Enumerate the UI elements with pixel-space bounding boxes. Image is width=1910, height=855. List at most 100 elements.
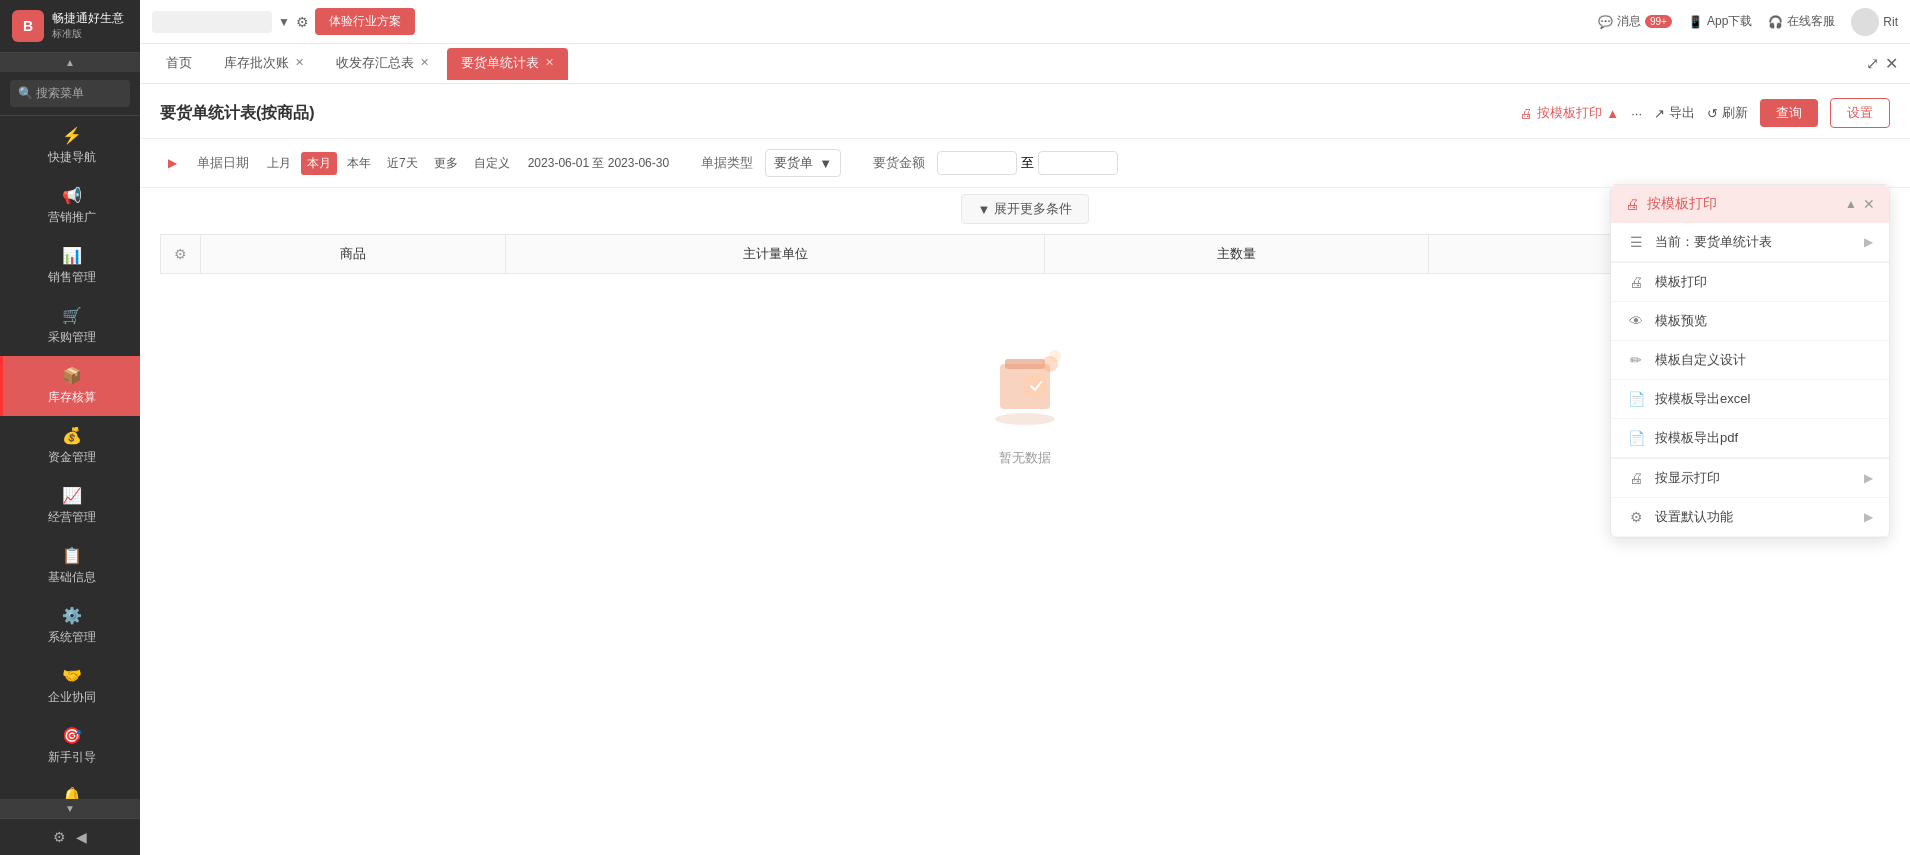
sidebar-settings-button[interactable]: ⚙	[53, 829, 66, 845]
trial-btn[interactable]: 体验行业方案	[315, 8, 415, 35]
order-type-select[interactable]: 要货单 ▼	[765, 149, 841, 177]
dropdown-close-button[interactable]: ✕	[1863, 196, 1875, 212]
logo-icon: B	[12, 10, 44, 42]
current-year-btn[interactable]: 本年	[341, 152, 377, 175]
page-content: 要货单统计表(按商品) 🖨 按模板打印 ▲ ··· ↗ 导出	[140, 84, 1910, 855]
prev-month-btn[interactable]: 上月	[261, 152, 297, 175]
tab-batch-account[interactable]: 库存批次账 ✕	[210, 48, 318, 80]
svg-rect-2	[1005, 359, 1045, 369]
sidebar-item-appstore[interactable]: 🔔 应用中心	[0, 776, 140, 799]
query-button[interactable]: 查询	[1760, 99, 1818, 127]
refresh-button[interactable]: ↺ 刷新	[1707, 104, 1748, 122]
custom-date-btn[interactable]: 自定义	[468, 152, 516, 175]
print-dropdown-icon: 🖨	[1625, 196, 1639, 212]
template-custom-icon: ✏	[1627, 352, 1645, 368]
sidebar: B 畅捷通好生意 标准版 ▲ 🔍 搜索菜单 ⚡ 快捷导航 📢 营销推广 📊 销售…	[0, 0, 140, 855]
filter-bar: ▶ 单据日期 上月 本月 本年 近7天 更多 自定义 2023-06-01 至 …	[140, 139, 1910, 188]
system-icon: ⚙️	[62, 606, 82, 625]
dropdown-display-print-item[interactable]: 🖨 按显示打印 ▶	[1611, 459, 1889, 498]
last7days-btn[interactable]: 近7天	[381, 152, 424, 175]
more-button[interactable]: ···	[1631, 106, 1642, 121]
expand-icon: ▼	[978, 202, 991, 217]
dropdown-template-custom-item[interactable]: ✏ 模板自定义设计	[1611, 341, 1889, 380]
inventory-icon: 📦	[62, 366, 82, 385]
sidebar-item-quick-nav[interactable]: ⚡ 快捷导航	[0, 116, 140, 176]
dropdown-collapse-btn[interactable]: ▲	[1845, 197, 1857, 211]
filter-expand-icon-btn[interactable]: ▶	[160, 154, 185, 172]
app-download-icon: 📱	[1688, 15, 1703, 29]
tab-receipts-summary[interactable]: 收发存汇总表 ✕	[322, 48, 443, 80]
template-print-icon: 🖨	[1627, 274, 1645, 290]
sidebar-item-enterprise[interactable]: 🤝 企业协同	[0, 656, 140, 716]
dropdown-template-excel-item[interactable]: 📄 按模板导出excel	[1611, 380, 1889, 419]
tab-order-stats-close[interactable]: ✕	[545, 56, 554, 69]
app-download-item[interactable]: 📱 App下载	[1688, 13, 1752, 30]
sidebar-scroll-up[interactable]: ▲	[0, 53, 140, 72]
refresh-icon: ↺	[1707, 106, 1718, 121]
dropdown-template-print-item[interactable]: 🖨 模板打印	[1611, 263, 1889, 302]
order-amount-label: 要货金额	[873, 154, 925, 172]
sidebar-item-sales[interactable]: 📊 销售管理	[0, 236, 140, 296]
logo-text: 畅捷通好生意	[52, 11, 124, 27]
breadcrumb-dropdown-button[interactable]: ▼	[278, 15, 290, 29]
marketing-icon: 📢	[62, 186, 82, 205]
page-header: 要货单统计表(按商品) 🖨 按模板打印 ▲ ··· ↗ 导出	[140, 84, 1910, 139]
sidebar-item-purchase[interactable]: 🛒 采购管理	[0, 296, 140, 356]
sidebar-item-finance[interactable]: 💰 资金管理	[0, 416, 140, 476]
quick-nav-icon: ⚡	[62, 126, 82, 145]
tab-order-stats[interactable]: 要货单统计表 ✕	[447, 48, 568, 80]
online-service-item[interactable]: 🎧 在线客服	[1768, 13, 1835, 30]
template-preview-icon: 👁	[1627, 313, 1645, 329]
messages-item[interactable]: 💬 消息 99+	[1598, 13, 1672, 30]
amount-min-input[interactable]	[937, 151, 1017, 175]
amount-max-input[interactable]	[1038, 151, 1118, 175]
page-actions: 🖨 按模板打印 ▲ ··· ↗ 导出 ↺ 刷新 查询	[1520, 98, 1890, 128]
product-col-header: 商品	[201, 235, 506, 274]
table-settings-button[interactable]: ⚙	[174, 246, 187, 262]
tab-close-all-button[interactable]: ✕	[1885, 54, 1898, 73]
topbar-right: 💬 消息 99+ 📱 App下载 🎧 在线客服 Rit	[1598, 8, 1898, 36]
date-filter-label: 单据日期	[197, 154, 249, 172]
logo-sub: 标准版	[52, 27, 124, 41]
sidebar-item-system[interactable]: ⚙️ 系统管理	[0, 596, 140, 656]
tab-maximize-button[interactable]: ⤢	[1866, 54, 1879, 73]
amount-range: 至	[937, 151, 1118, 175]
user-profile-item[interactable]: Rit	[1851, 8, 1898, 36]
export-button[interactable]: ↗ 导出	[1654, 104, 1695, 122]
sidebar-item-basic[interactable]: 📋 基础信息	[0, 536, 140, 596]
dropdown-current-item[interactable]: ☰ 当前：要货单统计表 ▶	[1611, 223, 1889, 262]
sidebar-scroll-down[interactable]: ▼	[0, 799, 140, 818]
expand-more-button[interactable]: ▼ 展开更多条件	[961, 194, 1090, 224]
print-template-button[interactable]: 🖨 按模板打印 ▲	[1520, 104, 1619, 122]
empty-svg-icon	[975, 334, 1075, 434]
dropdown-template-pdf-item[interactable]: 📄 按模板导出pdf	[1611, 419, 1889, 458]
more-dots-icon: ···	[1631, 106, 1642, 121]
export-icon: ↗	[1654, 106, 1665, 121]
breadcrumb: ▼ ⚙ 体验行业方案	[152, 8, 1590, 35]
dropdown-default-fn-item[interactable]: ⚙ 设置默认功能 ▶	[1611, 498, 1889, 537]
tab-receipts-summary-close[interactable]: ✕	[420, 56, 429, 69]
sidebar-item-guide[interactable]: 🎯 新手引导	[0, 716, 140, 776]
more-date-btn[interactable]: 更多	[428, 152, 464, 175]
sales-icon: 📊	[62, 246, 82, 265]
breadcrumb-input[interactable]	[152, 11, 272, 33]
tab-batch-account-close[interactable]: ✕	[295, 56, 304, 69]
basic-icon: 📋	[62, 546, 82, 565]
print-icon: 🖨	[1520, 106, 1533, 121]
sidebar-collapse-button[interactable]: ◀	[76, 829, 87, 845]
dropdown-template-preview-item[interactable]: 👁 模板预览	[1611, 302, 1889, 341]
search-menu-button[interactable]: 🔍 搜索菜单	[10, 80, 130, 107]
template-pdf-icon: 📄	[1627, 430, 1645, 446]
tab-home[interactable]: 首页	[152, 48, 206, 80]
sidebar-item-inventory[interactable]: 📦 库存核算	[0, 356, 140, 416]
topbar-gear-button[interactable]: ⚙	[296, 14, 309, 30]
print-chevron-up-icon: ▲	[1606, 106, 1619, 121]
message-icon: 💬	[1598, 15, 1613, 29]
message-badge: 99+	[1645, 15, 1672, 28]
topbar: ▼ ⚙ 体验行业方案 💬 消息 99+ 📱 App下载 🎧 在线客服 Rit	[140, 0, 1910, 44]
sidebar-item-marketing[interactable]: 📢 营销推广	[0, 176, 140, 236]
current-month-btn[interactable]: 本月	[301, 152, 337, 175]
sidebar-item-operation[interactable]: 📈 经营管理	[0, 476, 140, 536]
avatar	[1851, 8, 1879, 36]
settings-button[interactable]: 设置	[1830, 98, 1890, 128]
